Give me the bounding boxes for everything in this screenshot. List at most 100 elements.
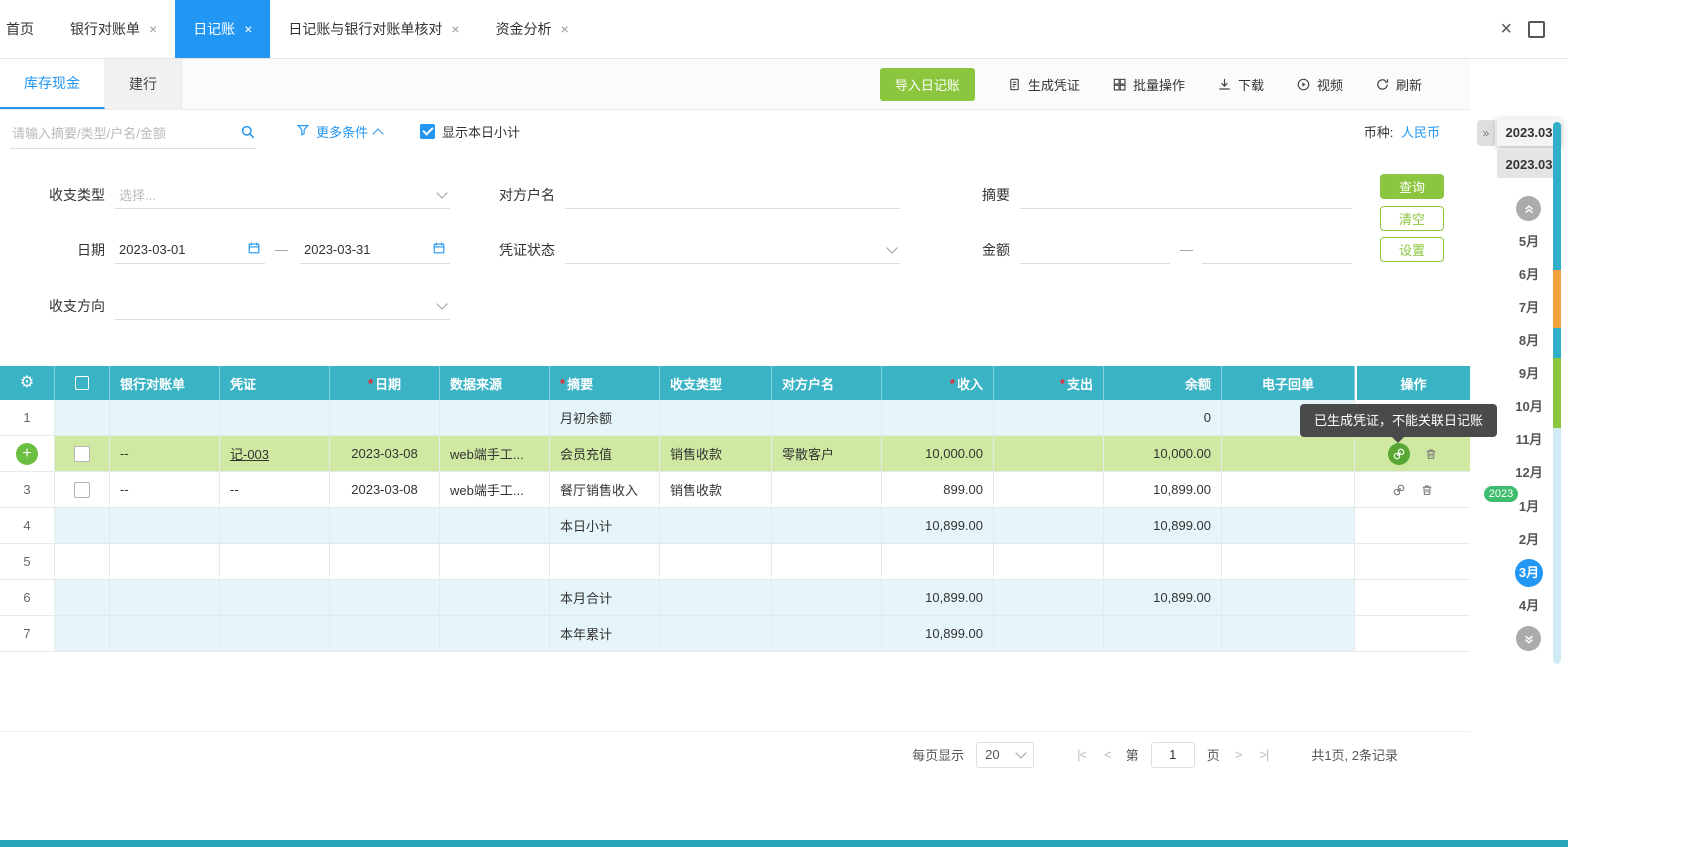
search-input[interactable] [10, 124, 224, 142]
table-row[interactable]: 3 -- -- 2023-03-08 web端手工... 餐厅销售收入 销售收款… [0, 472, 1470, 508]
close-tab-icon[interactable]: × [149, 21, 157, 37]
month-item[interactable]: 7月 [1498, 298, 1560, 318]
tab-bank-statement[interactable]: 银行对账单 × [52, 0, 175, 58]
date-from-input[interactable]: 2023-03-01 [115, 236, 265, 264]
col-date: * 日期 [330, 366, 440, 400]
show-subtotal-checkbox[interactable] [420, 124, 435, 139]
voucher-link[interactable]: 记-003 [230, 444, 269, 463]
row-checkbox[interactable] [74, 481, 90, 498]
tab-fund-analysis[interactable]: 资金分析 × [478, 0, 587, 58]
next-page-button[interactable]: > [1232, 747, 1245, 762]
balance-cell: 10,899.00 [1104, 472, 1222, 507]
video-button[interactable]: 视频 [1296, 75, 1343, 94]
per-page-label: 每页显示 [912, 748, 965, 763]
month-item[interactable]: 12月 [1498, 463, 1560, 483]
month-item[interactable]: 11月 [1498, 430, 1560, 450]
batch-operations-button[interactable]: 批量操作 [1112, 75, 1185, 94]
month-item[interactable]: 5月 [1498, 232, 1560, 252]
income-cell: 10,000.00 [882, 436, 994, 471]
balance-cell: 10,000.00 [1104, 436, 1222, 471]
source-cell: web端手工... [440, 436, 550, 471]
summary-cell: 月初余额 [550, 400, 660, 435]
period-box-current[interactable]: 2023.03 [1497, 118, 1561, 146]
scroll-down-button[interactable] [1516, 626, 1541, 651]
batch-grid-icon [1112, 77, 1127, 92]
date-cell: 2023-03-08 [330, 472, 440, 507]
table-row: 1 月初余额 0 [0, 400, 1470, 436]
income-cell: 10,899.00 [882, 580, 994, 615]
month-item[interactable]: 10月 [1498, 397, 1560, 417]
generate-voucher-button[interactable]: 生成凭证 [1007, 75, 1080, 94]
scroll-up-button[interactable] [1516, 196, 1541, 221]
link-voucher-icon[interactable] [1387, 442, 1410, 465]
delete-icon[interactable] [1424, 447, 1438, 461]
row-number: 4 [0, 508, 55, 543]
select-all-checkbox[interactable] [75, 376, 89, 390]
close-tab-icon[interactable]: × [451, 21, 459, 37]
subtab-ccb[interactable]: 建行 [105, 59, 182, 109]
direction-select[interactable] [115, 292, 450, 320]
month-item[interactable]: 8月 [1498, 331, 1560, 351]
amount-from-input[interactable] [1020, 236, 1170, 264]
summary-cell: 餐厅销售收入 [550, 472, 660, 507]
type-cell: 销售收款 [660, 436, 772, 471]
per-page-select[interactable]: 20 [976, 741, 1035, 768]
delete-icon[interactable] [1420, 483, 1434, 497]
tab-home-label: 首页 [6, 21, 34, 37]
month-item[interactable]: 6月 [1498, 265, 1560, 285]
currency-value[interactable]: 人民币 [1401, 125, 1440, 140]
close-window-icon[interactable]: × [1500, 19, 1512, 39]
row-checkbox[interactable] [74, 445, 90, 462]
income-type-label: 收支类型 [49, 187, 105, 203]
first-page-button[interactable]: |< [1074, 747, 1089, 762]
clear-button[interactable]: 清空 [1380, 206, 1444, 231]
toolbar: 导入日记账 生成凭证 批量操作 下载 视频 刷新 [879, 59, 1470, 109]
subtab-cash[interactable]: 库存现金 [0, 59, 105, 109]
import-journal-button[interactable]: 导入日记账 [879, 67, 975, 101]
income-type-select[interactable]: 选择... [115, 181, 450, 209]
total-records: 共1页, 2条记录 [1311, 748, 1398, 763]
settings-button[interactable]: 设置 [1380, 237, 1444, 262]
collapse-panel-handle[interactable]: » [1477, 120, 1495, 146]
journal-table: ⚙ 银行对账单 凭证 * 日期 数据来源 * 摘要 收支类型 对方户名 * 收入 * 支… [0, 366, 1470, 652]
fullscreen-icon[interactable] [1528, 20, 1545, 38]
page-input[interactable] [1150, 741, 1195, 768]
chevron-down-icon [436, 186, 448, 199]
date-to-input[interactable]: 2023-03-31 [300, 236, 450, 264]
month-item-active[interactable]: 3月 [1515, 559, 1543, 587]
tab-journal-bank-check[interactable]: 日记账与银行对账单核对 × [270, 0, 477, 58]
counterparty-input[interactable] [565, 181, 900, 209]
close-tab-icon[interactable]: × [561, 21, 569, 37]
voucher-status-select[interactable] [565, 236, 900, 264]
tab-home[interactable]: 首页 [0, 0, 52, 58]
link-voucher-icon[interactable] [1392, 483, 1406, 497]
show-subtotal-option: 显示本日小计 [420, 122, 520, 141]
period-box-selected[interactable]: 2023.03 [1497, 150, 1561, 178]
gear-icon[interactable]: ⚙ [20, 375, 34, 391]
collapse-icon: » [1482, 126, 1490, 140]
more-conditions-toggle[interactable]: 更多条件 [296, 122, 384, 141]
amount-to-input[interactable] [1202, 236, 1352, 264]
table-row[interactable]: + -- 记-003 2023-03-08 web端手工... 会员充值 销售收… [0, 436, 1470, 472]
journal-app: 首页 银行对账单 × 日记账 × 日记账与银行对账单核对 × 资金分析 × × … [0, 0, 1703, 847]
amount-label: 金额 [982, 242, 1010, 258]
query-button[interactable]: 查询 [1380, 174, 1444, 199]
last-page-button[interactable]: >| [1256, 747, 1271, 762]
expand-row-icon[interactable]: + [16, 442, 38, 465]
table-header-row: ⚙ 银行对账单 凭证 * 日期 数据来源 * 摘要 收支类型 对方户名 * 收入 * 支… [0, 366, 1470, 400]
download-button[interactable]: 下载 [1217, 75, 1264, 94]
summary-filter-input[interactable] [1020, 181, 1352, 209]
tab-journal[interactable]: 日记账 × [175, 0, 271, 58]
month-item[interactable]: 9月 [1498, 364, 1560, 384]
refresh-button[interactable]: 刷新 [1375, 75, 1422, 94]
column-settings-cell: ⚙ [0, 366, 55, 400]
activity-scrollbar[interactable] [1553, 122, 1561, 664]
prev-page-button[interactable]: < [1101, 747, 1114, 762]
search-icon[interactable] [240, 124, 256, 143]
month-item[interactable]: 4月 [1498, 596, 1560, 616]
col-source: 数据来源 [440, 366, 550, 400]
table-row: 4 本日小计 10,899.00 10,899.00 [0, 508, 1470, 544]
close-tab-icon[interactable]: × [244, 21, 252, 37]
month-item[interactable]: 2月 [1498, 530, 1560, 550]
page-label-suffix: 页 [1206, 748, 1220, 763]
